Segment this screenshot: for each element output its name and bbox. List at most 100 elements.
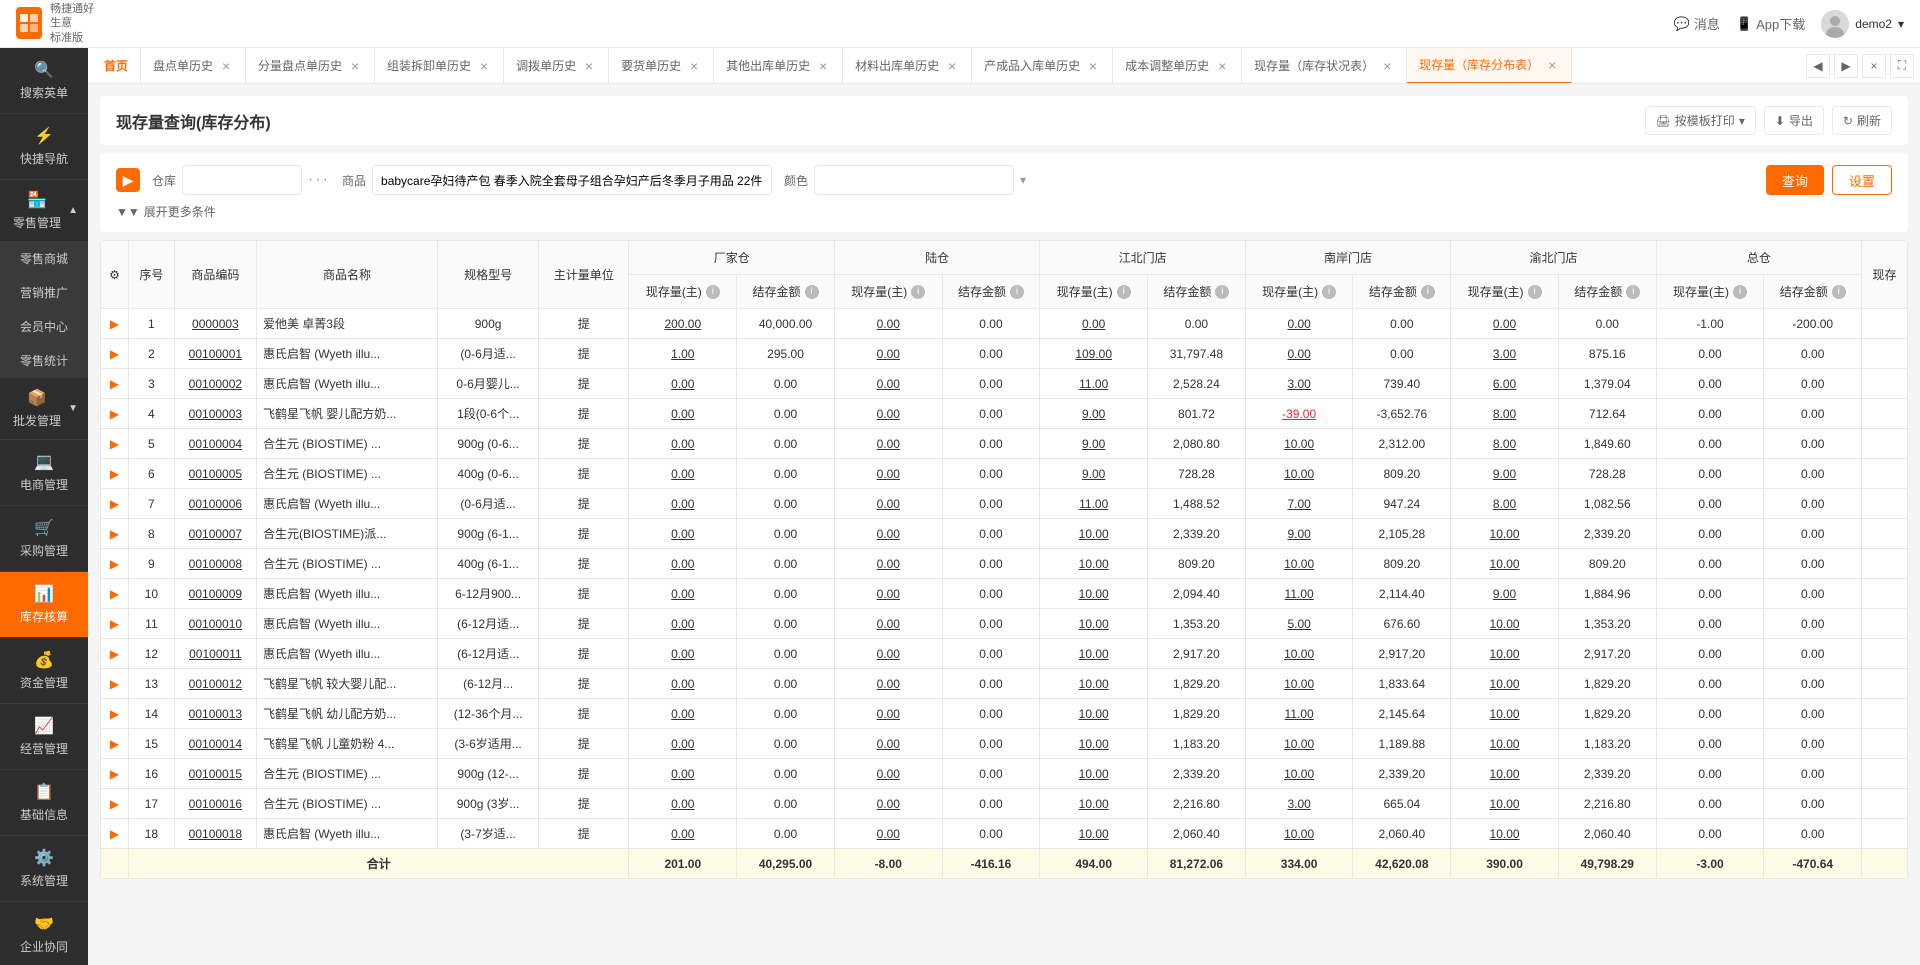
- tab-t6-close[interactable]: ×: [816, 59, 830, 73]
- basic-icon: 📋: [34, 782, 54, 802]
- tab-next-btn[interactable]: ▶: [1834, 54, 1858, 78]
- col-lub-amt: 0.00: [942, 309, 1040, 339]
- col-expand[interactable]: ▶: [101, 609, 129, 639]
- tab-t11-close[interactable]: ×: [1545, 58, 1559, 72]
- sidebar-item-wholesale[interactable]: 📦 批发管理 ▼: [0, 378, 88, 440]
- settings-btn[interactable]: 设置: [1832, 165, 1892, 195]
- na-stock-info-icon[interactable]: i: [1322, 285, 1336, 299]
- col-expand[interactable]: ▶: [101, 579, 129, 609]
- sidebar-item-member[interactable]: 会员中心: [0, 310, 88, 344]
- summary-label: 合计: [129, 849, 629, 879]
- sidebar-item-basic[interactable]: 📋 基础信息: [0, 770, 88, 836]
- col-expand[interactable]: ▶: [101, 759, 129, 789]
- tab-t6[interactable]: 其他出库单历史 ×: [714, 48, 843, 84]
- tab-t8[interactable]: 产成品入库单历史 ×: [972, 48, 1113, 84]
- na-amt-info-icon[interactable]: i: [1421, 285, 1435, 299]
- table-wrapper[interactable]: ⚙ 序号 商品编码 商品名称 规格型号 主计量单位 厂家仓 陆仓 江北门店 南: [100, 240, 1908, 879]
- col-expand[interactable]: ▶: [101, 519, 129, 549]
- sidebar-item-system[interactable]: ⚙️ 系统管理: [0, 836, 88, 902]
- col-expand[interactable]: ▶: [101, 459, 129, 489]
- col-expand[interactable]: ▶: [101, 639, 129, 669]
- col-expand[interactable]: ▶: [101, 789, 129, 819]
- sidebar-item-search[interactable]: 🔍 搜索英单: [0, 48, 88, 114]
- tab-t7-close[interactable]: ×: [945, 59, 959, 73]
- tab-t5[interactable]: 要货单历史 ×: [609, 48, 714, 84]
- filter-expand-arrow[interactable]: ▶: [116, 168, 140, 192]
- print-btn[interactable]: 🖨 按模板打印 ▾: [1645, 106, 1756, 135]
- tab-t10[interactable]: 现存量（库存状况表） ×: [1242, 48, 1407, 84]
- col-na-stock: 5.00: [1245, 609, 1353, 639]
- sidebar-item-retail-stats[interactable]: 零售统计: [0, 344, 88, 378]
- tab-t8-close[interactable]: ×: [1086, 59, 1100, 73]
- query-btn[interactable]: 查询: [1766, 165, 1824, 195]
- col-expand[interactable]: ▶: [101, 729, 129, 759]
- warehouse-input[interactable]: [182, 165, 302, 195]
- tab-close-all-btn[interactable]: ×: [1862, 54, 1886, 78]
- goods-input[interactable]: [372, 165, 772, 195]
- filter-expand-more[interactable]: ▼▼ 展开更多条件: [116, 203, 1892, 220]
- col-expand[interactable]: ▶: [101, 669, 129, 699]
- ybb-stock-info-icon[interactable]: i: [1528, 285, 1542, 299]
- sidebar-item-finance[interactable]: 💰 资金管理: [0, 638, 88, 704]
- lub-amt-info-icon[interactable]: i: [1010, 285, 1024, 299]
- warehouse-dots[interactable]: ···: [308, 171, 330, 189]
- col-settings-header[interactable]: ⚙: [101, 241, 129, 309]
- tab-t5-close[interactable]: ×: [687, 59, 701, 73]
- col-code: 00100015: [174, 759, 256, 789]
- summary-fac-amt: 40,295.00: [737, 849, 835, 879]
- fac-stock-info-icon[interactable]: i: [706, 285, 720, 299]
- col-expand[interactable]: ▶: [101, 369, 129, 399]
- tab-t10-close[interactable]: ×: [1380, 59, 1394, 73]
- tab-expand-btn[interactable]: ⛶: [1890, 54, 1914, 78]
- col-expand[interactable]: ▶: [101, 489, 129, 519]
- color-arrow[interactable]: ▾: [1020, 173, 1026, 187]
- ybb-amt-info-icon[interactable]: i: [1626, 285, 1640, 299]
- tab-t3-close[interactable]: ×: [477, 59, 491, 73]
- sidebar-item-quicknav[interactable]: ⚡ 快捷导航: [0, 114, 88, 180]
- tab-t11[interactable]: 现存量（库存分布表） ×: [1407, 48, 1572, 84]
- col-expand[interactable]: ▶: [101, 429, 129, 459]
- sidebar-item-retail-shop[interactable]: 零售商城: [0, 242, 88, 276]
- sidebar-item-marketing[interactable]: 营销推广: [0, 276, 88, 310]
- fac-amt-info-icon[interactable]: i: [805, 285, 819, 299]
- tab-t2[interactable]: 分量盘点单历史 ×: [246, 48, 375, 84]
- tab-home[interactable]: 首页: [92, 48, 141, 84]
- tab-t9[interactable]: 成本调整单历史 ×: [1113, 48, 1242, 84]
- user-info[interactable]: demo2 ▾: [1821, 10, 1904, 38]
- tab-prev-btn[interactable]: ◀: [1806, 54, 1830, 78]
- col-expand[interactable]: ▶: [101, 399, 129, 429]
- th-fac-amt: 结存金额i: [737, 275, 835, 309]
- sidebar-item-purchase[interactable]: 🛒 采购管理: [0, 506, 88, 572]
- sidebar-item-ops[interactable]: 📈 经营管理: [0, 704, 88, 770]
- sidebar-item-ecom[interactable]: 💻 电商管理: [0, 440, 88, 506]
- tab-t9-close[interactable]: ×: [1215, 59, 1229, 73]
- jb-stock-info-icon[interactable]: i: [1117, 285, 1131, 299]
- tab-t7[interactable]: 材料出库单历史 ×: [843, 48, 972, 84]
- col-expand[interactable]: ▶: [101, 339, 129, 369]
- col-spec: (6-12月...: [438, 669, 539, 699]
- jb-amt-info-icon[interactable]: i: [1215, 285, 1229, 299]
- col-expand[interactable]: ▶: [101, 819, 129, 849]
- sidebar-item-retail[interactable]: 🏪 零售管理 ▲: [0, 180, 88, 242]
- tab-t2-close[interactable]: ×: [348, 59, 362, 73]
- tot-amt-info-icon[interactable]: i: [1832, 285, 1846, 299]
- col-tot-stock: 0.00: [1656, 399, 1764, 429]
- message-btn[interactable]: 💬 消息: [1674, 14, 1720, 33]
- tab-t4-close[interactable]: ×: [582, 59, 596, 73]
- export-btn[interactable]: ⬇ 导出: [1764, 106, 1824, 135]
- lub-stock-info-icon[interactable]: i: [911, 285, 925, 299]
- sidebar-item-corp[interactable]: 🤝 企业协同: [0, 902, 88, 965]
- color-input[interactable]: [814, 165, 1014, 195]
- tab-t4[interactable]: 调拨单历史 ×: [504, 48, 609, 84]
- col-fac-amt: 0.00: [737, 819, 835, 849]
- refresh-btn[interactable]: ↻ 刷新: [1832, 106, 1892, 135]
- col-expand[interactable]: ▶: [101, 309, 129, 339]
- app-download-btn[interactable]: 📱 App下载: [1736, 14, 1805, 33]
- tab-t3[interactable]: 组装拆卸单历史 ×: [375, 48, 504, 84]
- tab-t1-close[interactable]: ×: [219, 59, 233, 73]
- tab-t1[interactable]: 盘点单历史 ×: [141, 48, 246, 84]
- sidebar-item-inventory[interactable]: 📊 库存核算: [0, 572, 88, 638]
- tot-stock-info-icon[interactable]: i: [1733, 285, 1747, 299]
- col-expand[interactable]: ▶: [101, 699, 129, 729]
- col-expand[interactable]: ▶: [101, 549, 129, 579]
